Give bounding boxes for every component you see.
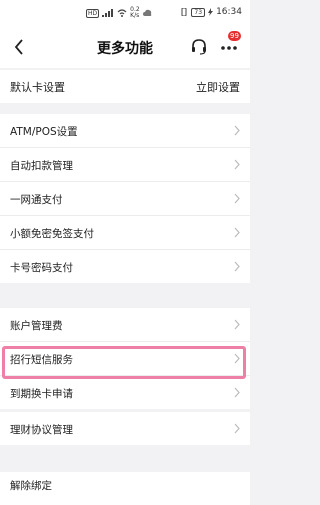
status-time: 16:34 — [216, 7, 242, 17]
list-item-label: 小额免密免签支付 — [10, 228, 94, 240]
battery-icon: 73 — [191, 7, 206, 17]
settings-group-3: 理财协议管理 — [0, 412, 250, 445]
list-item-card-renewal[interactable]: 到期换卡申请 — [0, 376, 250, 409]
charging-icon — [208, 8, 214, 16]
list-item-auto-debit[interactable]: 自动扣款管理 — [0, 148, 250, 182]
signal-icon — [102, 9, 114, 17]
default-card-row[interactable]: 默认卡设置 立即设置 — [0, 70, 250, 103]
list-item-wealth-agreement[interactable]: 理财协议管理 — [0, 412, 250, 445]
nav-bar: 更多功能 99 — [0, 26, 250, 68]
list-item-label: 账户管理费 — [10, 320, 63, 332]
chevron-right-icon — [234, 159, 240, 170]
list-item-label: 理财协议管理 — [10, 424, 73, 436]
chevron-right-icon — [234, 319, 240, 330]
net-speed: 0.2 K/s — [130, 7, 140, 19]
headset-icon[interactable] — [190, 38, 208, 56]
list-item-label: 卡号密码支付 — [10, 262, 73, 274]
set-now-button[interactable]: 立即设置 — [196, 79, 240, 95]
list-item-yiwangtong-pay[interactable]: 一网通支付 — [0, 182, 250, 216]
highlight-box — [2, 346, 246, 379]
hd-icon: HD — [86, 8, 100, 18]
status-right: 73 16:34 — [180, 7, 242, 17]
chevron-right-icon — [234, 423, 240, 434]
list-item-atm-pos[interactable]: ATM/POS设置 — [0, 114, 250, 148]
notification-badge: 99 — [228, 31, 241, 41]
status-left: HD 0.2 K/s — [86, 7, 152, 19]
chevron-right-icon — [234, 227, 240, 238]
chevron-right-icon — [234, 193, 240, 204]
list-item-label: 自动扣款管理 — [10, 160, 73, 172]
status-bar: HD 0.2 K/s 73 16:34 — [0, 0, 250, 26]
vibrate-icon — [181, 8, 187, 16]
list-item-small-amount-pay[interactable]: 小额免密免签支付 — [0, 216, 250, 250]
net-speed-unit: K/s — [130, 12, 140, 19]
list-item-account-fee[interactable]: 账户管理费 — [0, 308, 250, 342]
list-item-label: 解除绑定 — [10, 480, 52, 492]
default-card-label: 默认卡设置 — [10, 81, 65, 94]
list-item-label: 到期换卡申请 — [10, 388, 73, 400]
chevron-right-icon — [234, 125, 240, 136]
chevron-right-icon — [234, 387, 240, 398]
settings-group-1: ATM/POS设置 自动扣款管理 一网通支付 小额免密免签支付 卡号密码支付 — [0, 114, 250, 283]
chevron-right-icon — [234, 261, 240, 272]
list-item-card-password-pay[interactable]: 卡号密码支付 — [0, 250, 250, 283]
wifi-icon — [117, 9, 127, 17]
settings-group-4: 解除绑定 — [0, 472, 250, 505]
list-item-unbind[interactable]: 解除绑定 — [0, 472, 250, 505]
list-item-label: ATM/POS设置 — [10, 126, 78, 138]
cloud-icon — [142, 9, 152, 16]
page-title: 更多功能 — [97, 41, 153, 57]
list-item-label: 一网通支付 — [10, 194, 63, 206]
